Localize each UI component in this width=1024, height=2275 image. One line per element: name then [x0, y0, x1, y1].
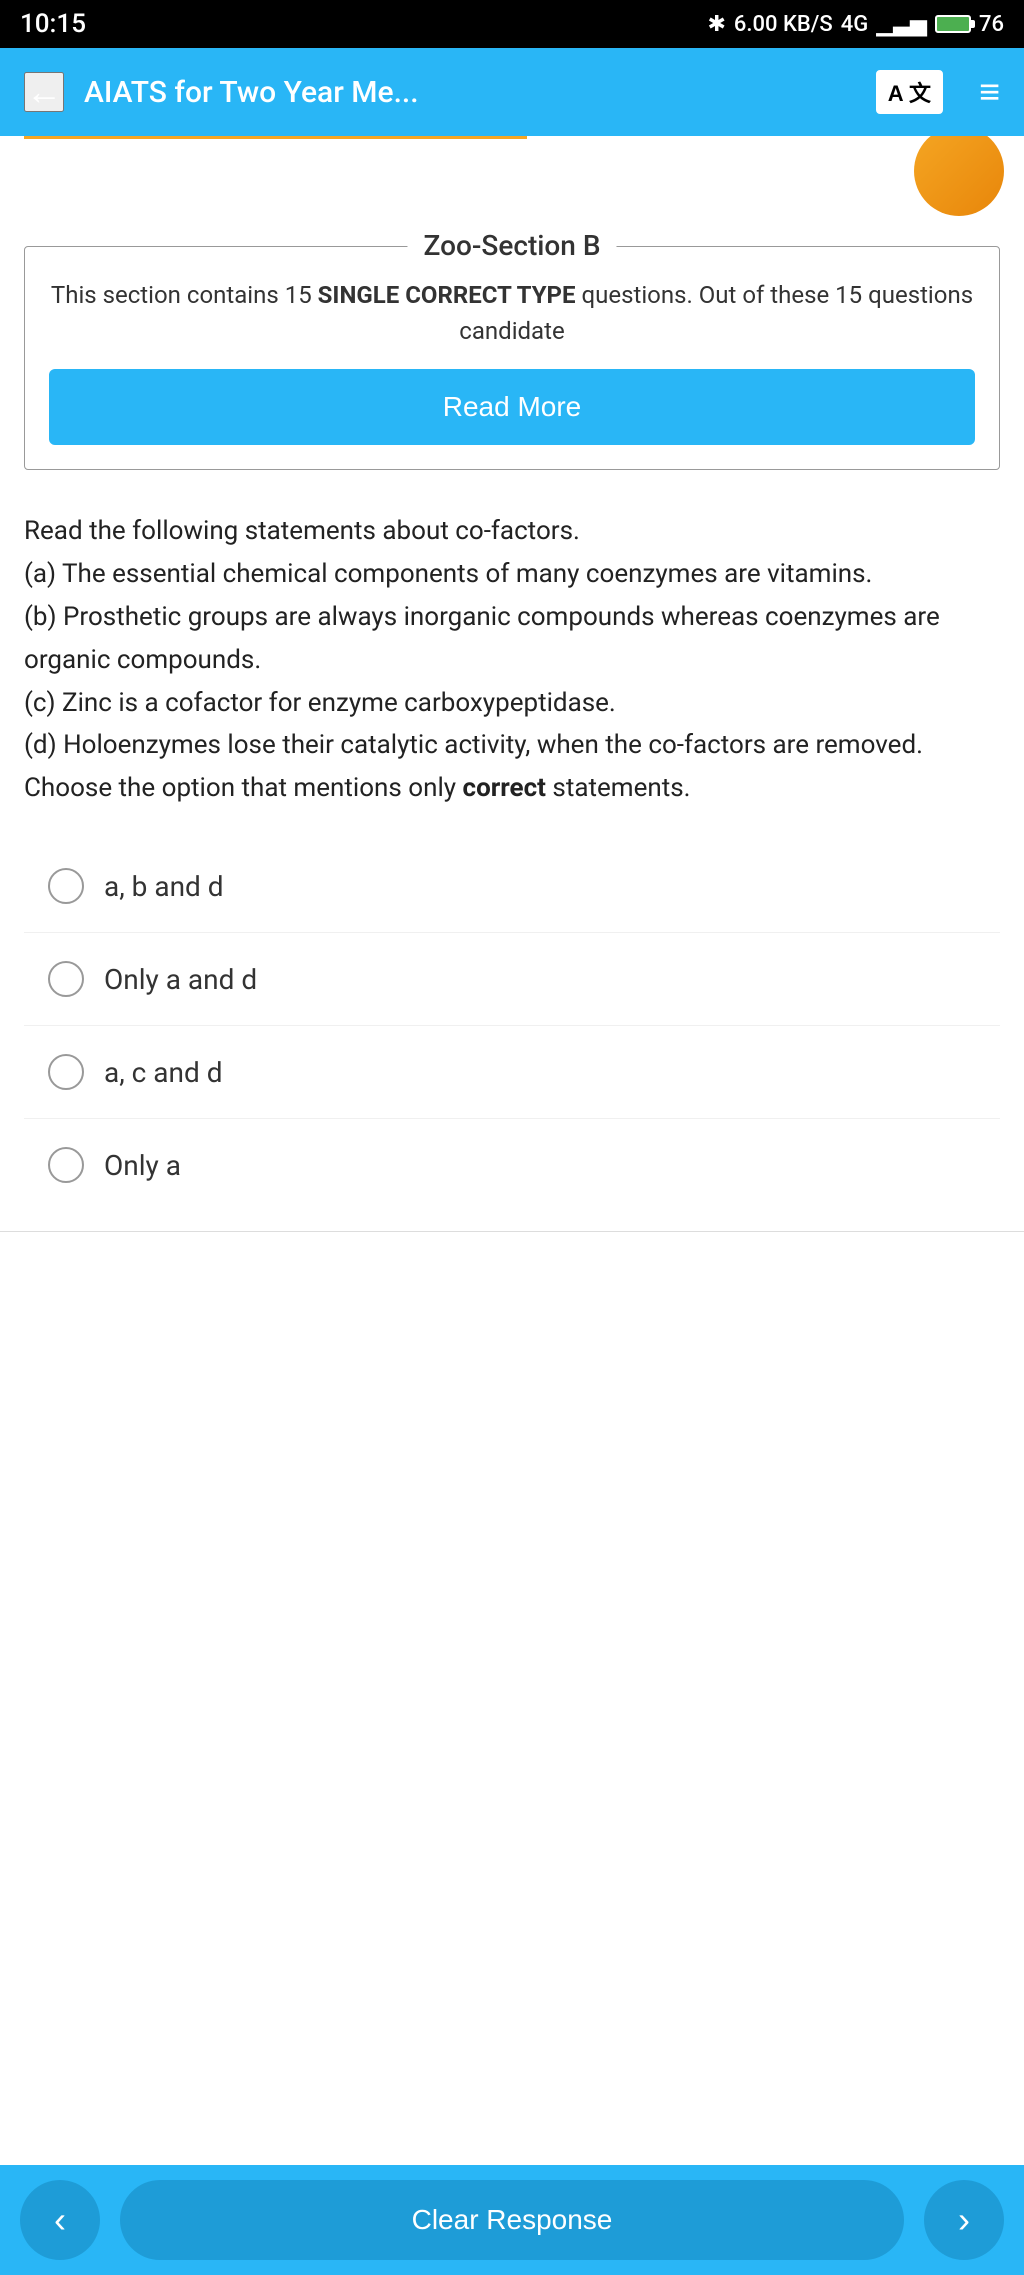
radio-option-a[interactable] — [48, 868, 84, 904]
back-button[interactable]: ← — [24, 72, 64, 112]
network-type: 4G — [841, 12, 869, 37]
next-button[interactable]: › — [924, 2180, 1004, 2260]
bottom-nav: ‹ Clear Response › — [0, 2165, 1024, 2275]
status-time: 10:15 — [20, 9, 86, 39]
section-title: Zoo-Section B — [423, 229, 600, 262]
app-header: ← AIATS for Two Year Me... A 文 ≡ — [0, 48, 1024, 136]
option-a-label: a, b and d — [104, 870, 224, 903]
clear-response-button[interactable]: Clear Response — [120, 2180, 904, 2260]
option-c-label: a, c and d — [104, 1056, 223, 1089]
section-box: Zoo-Section B This section contains 15 S… — [24, 246, 1000, 470]
radio-option-c[interactable] — [48, 1054, 84, 1090]
question-text: Read the following statements about co-f… — [24, 510, 1000, 810]
option-item[interactable]: a, b and d — [24, 840, 1000, 933]
status-right: ✱ 6.00 KB/S 4G ▁▃▅ 76 — [707, 12, 1004, 37]
menu-button[interactable]: ≡ — [979, 71, 1000, 113]
network-speed: 6.00 KB/S — [734, 12, 833, 37]
options-list: a, b and d Only a and d a, c and d Only … — [24, 840, 1000, 1211]
section-title-wrapper: Zoo-Section B — [407, 229, 616, 262]
status-bar: 10:15 ✱ 6.00 KB/S 4G ▁▃▅ 76 — [0, 0, 1024, 48]
question-area: Read the following statements about co-f… — [0, 490, 1024, 1231]
option-d-label: Only a — [104, 1149, 181, 1182]
signal-icon: ▁▃▅ — [876, 12, 927, 37]
radio-option-d[interactable] — [48, 1147, 84, 1183]
read-more-button[interactable]: Read More — [49, 369, 975, 445]
header-title: AIATS for Two Year Me... — [84, 75, 856, 110]
translate-button[interactable]: A 文 — [876, 70, 943, 114]
logo-circle — [914, 136, 1004, 216]
battery-icon — [935, 15, 971, 33]
prev-button[interactable]: ‹ — [20, 2180, 100, 2260]
option-item[interactable]: Only a — [24, 1119, 1000, 1211]
top-image-area — [0, 136, 1024, 216]
radio-option-b[interactable] — [48, 961, 84, 997]
option-item[interactable]: Only a and d — [24, 933, 1000, 1026]
option-b-label: Only a and d — [104, 963, 257, 996]
option-item[interactable]: a, c and d — [24, 1026, 1000, 1119]
section-description: This section contains 15 SINGLE CORRECT … — [49, 277, 975, 349]
battery-level: 76 — [979, 12, 1004, 37]
bluetooth-icon: ✱ — [707, 12, 725, 37]
